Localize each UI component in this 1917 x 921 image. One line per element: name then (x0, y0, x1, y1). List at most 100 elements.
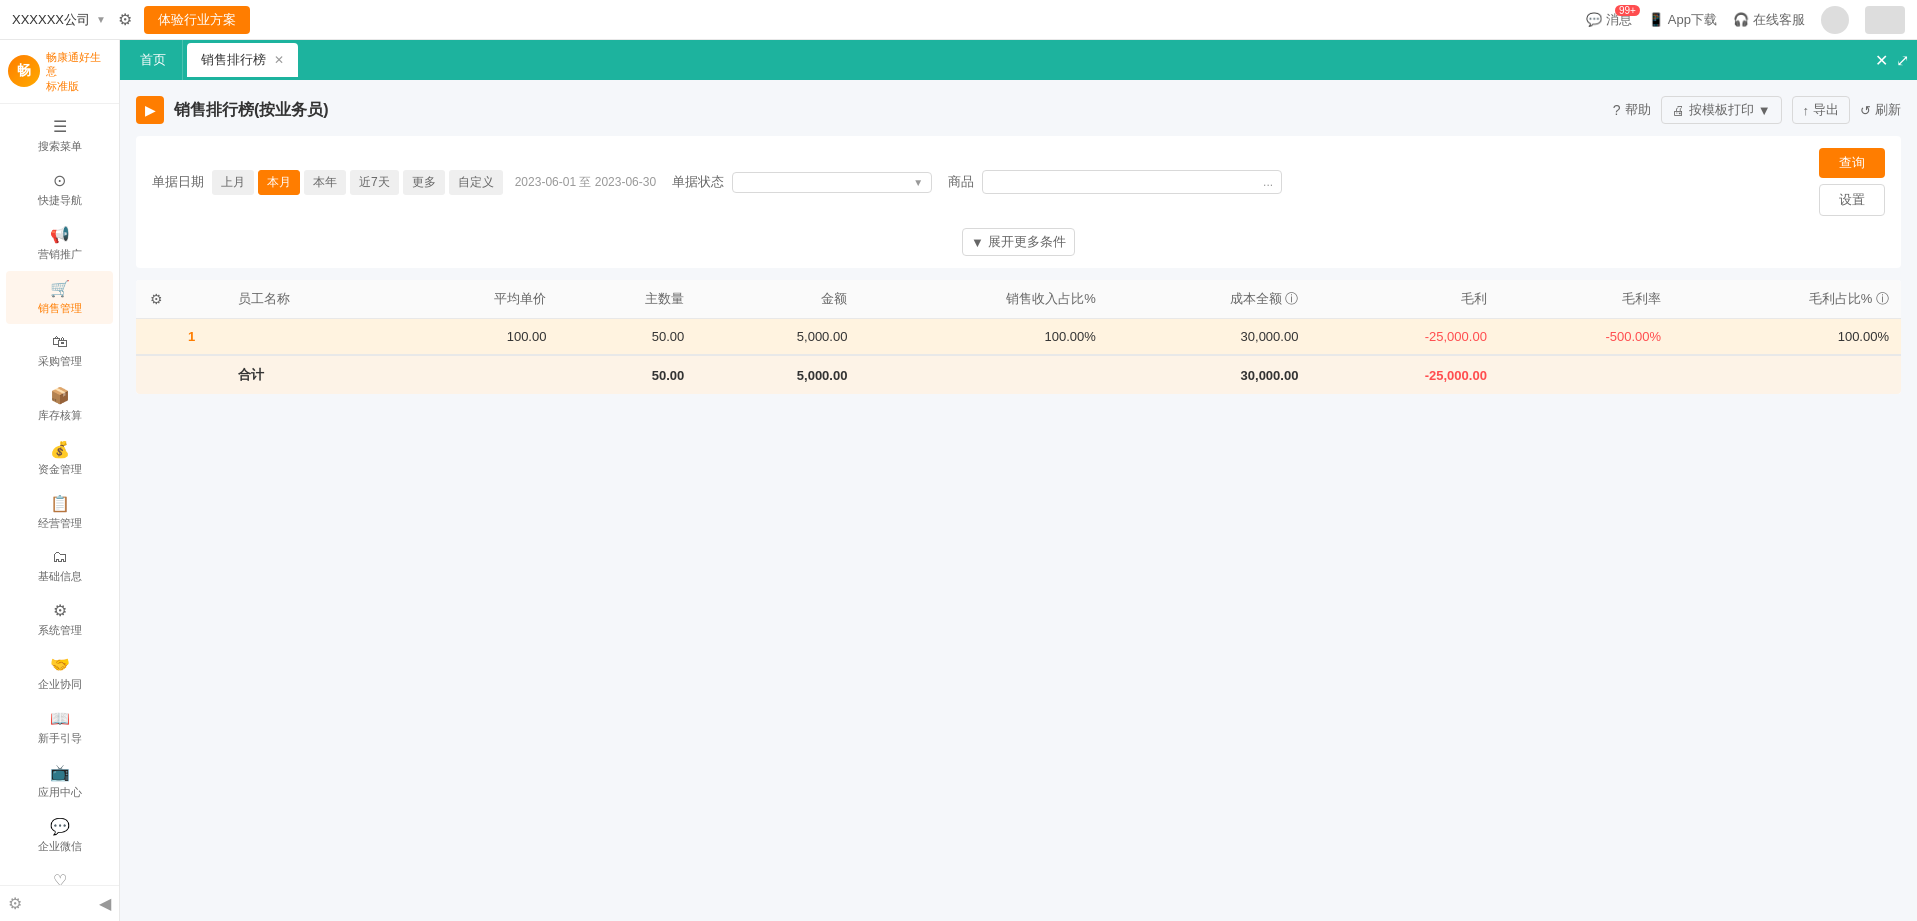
footer-sales-pct (859, 355, 1107, 394)
sidebar-item-enterprise[interactable]: 🤝 企业协同 (6, 647, 113, 700)
print-icon: 🖨 (1672, 103, 1685, 118)
page-content: ▶ 销售排行榜(按业务员) ? 帮助 🖨 按模板打印 ▼ ↑ (120, 80, 1917, 921)
table-container: ⚙ 员工名称 平均单价 主数量 金额 销售收入占比% 成本全额 ⓘ 毛利 毛 (136, 280, 1901, 394)
goods-more-icon: ... (1263, 175, 1273, 189)
cell-gross-pct: 100.00% (1673, 319, 1901, 356)
online-service-link[interactable]: 🎧 在线客服 (1733, 11, 1805, 29)
help-icon: ? (1613, 102, 1621, 118)
sidebar-item-sales[interactable]: 🛒 销售管理 (6, 271, 113, 324)
settings-bottom-icon[interactable]: ⚙ (8, 894, 22, 913)
help-label: 帮助 (1625, 101, 1651, 119)
cell-amount: 5,000.00 (696, 319, 859, 356)
column-amount: 金额 (696, 280, 859, 319)
sidebar-item-operations[interactable]: 📋 经营管理 (6, 486, 113, 539)
dropdown-arrow-icon: ▼ (1758, 103, 1771, 118)
table-header-row: ⚙ 员工名称 平均单价 主数量 金额 销售收入占比% 成本全额 ⓘ 毛利 毛 (136, 280, 1901, 319)
date-btn-last-month[interactable]: 上月 (212, 170, 254, 195)
app-download-link[interactable]: 📱 App下载 (1648, 11, 1717, 29)
footer-amount: 5,000.00 (696, 355, 859, 394)
sidebar-item-label: 销售管理 (38, 301, 82, 316)
tab-sales-rank[interactable]: 销售排行榜 ✕ (187, 43, 298, 77)
sidebar-item-system[interactable]: ⚙ 系统管理 (6, 593, 113, 646)
expand-label: 展开更多条件 (988, 233, 1066, 251)
main-layout: 畅 畅康通好生意标准版 ☰ 搜索菜单 ⊙ 快捷导航 📢 营销推广 🛒 销售管理 … (0, 40, 1917, 921)
expand-row: ▼ 展开更多条件 (152, 220, 1885, 256)
date-btn-custom[interactable]: 自定义 (449, 170, 503, 195)
export-label: 导出 (1813, 101, 1839, 119)
sidebar-item-label: 快捷导航 (38, 193, 82, 208)
page-actions: ? 帮助 🖨 按模板打印 ▼ ↑ 导出 ↺ 刷新 (1613, 96, 1901, 124)
company-name: XXXXXX公司 (12, 11, 90, 29)
column-rank (176, 280, 226, 319)
column-employee: 员工名称 (226, 280, 392, 319)
sidebar-item-basic-info[interactable]: 🗂 基础信息 (6, 540, 113, 592)
cell-cost-amount: 30,000.00 (1108, 319, 1311, 356)
date-buttons: 上月 本月 本年 近7天 更多 自定义 (212, 170, 503, 195)
sidebar-item-search-orders[interactable]: ☰ 搜索菜单 (6, 109, 113, 162)
message-area[interactable]: 💬 消息 99+ (1586, 11, 1632, 29)
message-badge: 99+ (1615, 5, 1640, 16)
sidebar-item-label: 应用中心 (38, 785, 82, 800)
content-area: 首页 销售排行榜 ✕ ✕ ⤢ ▶ 销售排行榜(按业务员) (120, 40, 1917, 921)
column-cost-amount: 成本全额 ⓘ (1108, 280, 1311, 319)
footer-gross-rate (1499, 355, 1673, 394)
sidebar-item-app-center[interactable]: 📺 应用中心 (6, 755, 113, 808)
table-wrapper: ⚙ 员工名称 平均单价 主数量 金额 销售收入占比% 成本全额 ⓘ 毛利 毛 (136, 280, 1901, 394)
logo-text: 畅康通好生意标准版 (46, 50, 111, 93)
filter-row-main: 单据日期 上月 本月 本年 近7天 更多 自定义 2023-06-01 至 20… (152, 148, 1885, 216)
sidebar-item-inventory[interactable]: 📦 库存核算 (6, 378, 113, 431)
cell-employee (226, 319, 392, 356)
status-select[interactable]: ▼ (732, 172, 932, 193)
date-btn-this-year[interactable]: 本年 (304, 170, 346, 195)
mobile-icon: 📱 (1648, 12, 1664, 27)
collapse-icon[interactable]: ◀ (99, 894, 111, 913)
date-btn-more[interactable]: 更多 (403, 170, 445, 195)
help-button[interactable]: ? 帮助 (1613, 101, 1651, 119)
trial-button[interactable]: 体验行业方案 (144, 6, 250, 34)
chevron-down-icon: ▼ (96, 14, 106, 25)
query-button[interactable]: 查询 (1819, 148, 1885, 178)
export-button[interactable]: ↑ 导出 (1792, 96, 1851, 124)
chevron-down-expand-icon: ▼ (971, 235, 984, 250)
footer-gear (136, 355, 176, 394)
sales-rank-table: ⚙ 员工名称 平均单价 主数量 金额 销售收入占比% 成本全额 ⓘ 毛利 毛 (136, 280, 1901, 394)
sidebar-item-finance[interactable]: 💰 资金管理 (6, 432, 113, 485)
sidebar-item-label: 基础信息 (38, 569, 82, 584)
column-settings-icon[interactable]: ⚙ (148, 291, 164, 307)
refresh-button[interactable]: ↺ 刷新 (1860, 101, 1901, 119)
template-print-button[interactable]: 🖨 按模板打印 ▼ (1661, 96, 1782, 124)
tab-close-icon[interactable]: ✕ (274, 53, 284, 67)
company-selector[interactable]: XXXXXX公司 ▼ (12, 11, 106, 29)
status-label: 单据状态 (672, 173, 724, 191)
avatar[interactable] (1821, 6, 1849, 34)
inventory-icon: 📦 (50, 386, 70, 405)
maximize-icon[interactable]: ⤢ (1896, 51, 1909, 70)
sidebar-item-quick-nav[interactable]: ⊙ 快捷导航 (6, 163, 113, 216)
settings-icon[interactable]: ⚙ (118, 10, 132, 29)
sidebar-item-wechat[interactable]: 💬 企业微信 (6, 809, 113, 862)
footer-cost-amount: 30,000.00 (1108, 355, 1311, 394)
date-btn-this-month[interactable]: 本月 (258, 170, 300, 195)
sidebar-item-beginner[interactable]: 📖 新手引导 (6, 701, 113, 754)
cell-gross-rate: -500.00% (1499, 319, 1673, 356)
tab-sales-rank-label: 销售排行榜 (201, 51, 266, 69)
sidebar-item-label: 采购管理 (38, 354, 82, 369)
cell-avg-price: 100.00 (392, 319, 558, 356)
operations-icon: 📋 (50, 494, 70, 513)
sidebar-item-marketing[interactable]: 📢 营销推广 (6, 217, 113, 270)
filter-settings-button[interactable]: 设置 (1819, 184, 1885, 216)
column-gross-pct: 毛利占比% ⓘ (1673, 280, 1901, 319)
sidebar-item-label: 资金管理 (38, 462, 82, 477)
sidebar-item-member[interactable]: ♡ 畅会员 (6, 863, 113, 885)
logo-icon: 畅 (8, 55, 40, 87)
goods-label: 商品 (948, 173, 974, 191)
close-window-icon[interactable]: ✕ (1875, 51, 1888, 70)
expand-more-button[interactable]: ▼ 展开更多条件 (962, 228, 1075, 256)
date-btn-last-7-days[interactable]: 近7天 (350, 170, 399, 195)
sidebar-item-label: 企业协同 (38, 677, 82, 692)
footer-gross-pct (1673, 355, 1901, 394)
sidebar-item-purchase[interactable]: 🛍 采购管理 (6, 325, 113, 377)
collapse-filter-btn[interactable]: ▶ (136, 96, 164, 124)
tab-home[interactable]: 首页 (124, 40, 183, 80)
goods-input[interactable]: ... (982, 170, 1282, 194)
